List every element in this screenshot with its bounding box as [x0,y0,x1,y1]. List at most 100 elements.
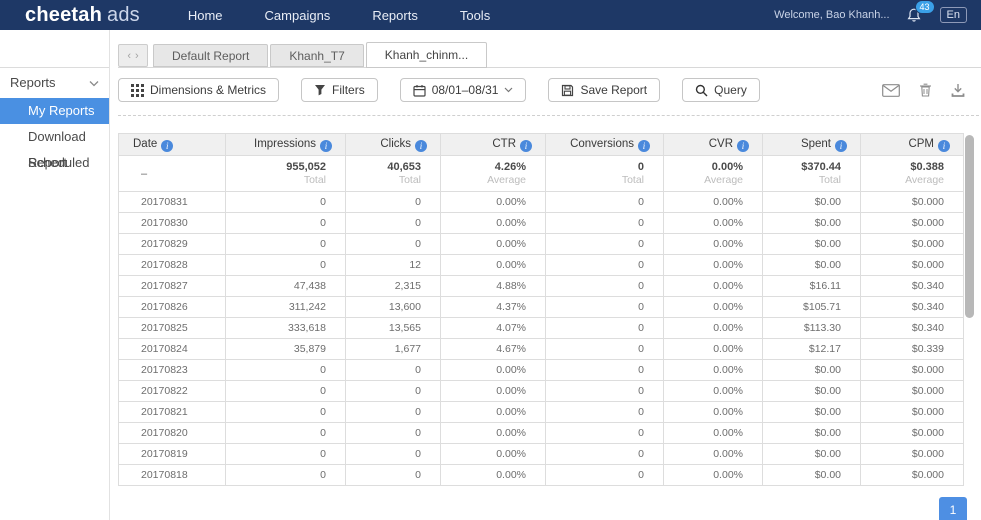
content-row: Reports My Reports Download Report Sched… [0,30,981,520]
table-cell: 20170820 [118,422,226,444]
chevron-down-icon [89,80,99,87]
save-report-button[interactable]: Save Report [548,78,661,102]
table-cell: 0.00% [440,422,546,444]
table-cell: $0.00 [762,464,861,486]
table-cell: $0.000 [860,233,964,255]
toolbar-divider [118,115,979,116]
table-cell: $0.000 [860,254,964,276]
info-icon[interactable] [161,139,174,152]
sidebar-item-download-report[interactable]: Download Report [0,124,109,170]
table-cell: $0.00 [762,233,861,255]
table-cell: 0 [345,401,441,423]
dimensions-metrics-button[interactable]: Dimensions & Metrics [118,78,280,102]
chevron-down-icon [505,87,513,93]
save-icon [562,84,574,96]
tab-scroll-left-icon[interactable]: ‹ [127,50,131,62]
table-row: 20170822 0 0 0.00% 0 0.00% $0.00 $0.000 [118,380,964,402]
table-row: 20170826 311,242 13,600 4.37% 0 0.00% $105.71 $… [118,296,964,318]
table-cell: 0.00% [440,191,546,213]
tab-scroll-right-icon[interactable]: › [135,50,139,62]
table-cell: 333,618 [225,317,346,339]
mail-report-button[interactable] [882,83,900,97]
sidebar-item-scheduled[interactable]: Scheduled [0,150,109,176]
table-cell: $0.000 [860,380,964,402]
col-label: CVR [708,137,733,150]
col-header-conversions: Conversions [545,133,664,156]
tab-khanh-chinm[interactable]: Khanh_chinm... [365,42,488,68]
date-range-button[interactable]: 08/01–08/31 [399,78,527,102]
table-cell: 0 [545,296,664,318]
table-cell: $0.00 [762,191,861,213]
table-row: 20170830 0 0 0.00% 0 0.00% $0.00 $0.000 [118,212,964,234]
user-menu[interactable]: Welcome, Bao Khanh... [774,9,889,21]
sidebar-group-reports[interactable]: Reports [0,68,109,98]
info-icon[interactable] [835,139,847,152]
summary-cell: 40,653 Total [345,155,441,192]
brand-logo[interactable]: cheetah ads [25,4,140,27]
table-cell: 0.00% [440,254,546,276]
pagination-page-1[interactable]: 1 [939,497,967,520]
query-label: Query [714,83,747,97]
col-header-date: Date [118,133,226,156]
table-row: 20170820 0 0 0.00% 0 0.00% $0.00 $0.000 [118,422,964,444]
info-icon[interactable] [938,139,950,152]
save-report-label: Save Report [580,83,648,97]
info-icon[interactable] [737,139,749,152]
table-cell: $0.339 [860,338,964,360]
table-cell: 0.00% [663,296,763,318]
table-cell: 0 [545,191,664,213]
table-cell: 12 [345,254,441,276]
table-cell: 0 [225,212,346,234]
table-cell: $0.340 [860,317,964,339]
nav-reports[interactable]: Reports [372,8,418,23]
sidebar-group-label: Reports [10,75,56,90]
table-cell: $0.000 [860,359,964,381]
vertical-scrollbar-thumb[interactable] [965,135,974,318]
tab-khanh-t7[interactable]: Khanh_T7 [270,44,364,67]
table-cell: $0.000 [860,464,964,486]
col-label: Date [133,137,158,150]
table-cell: 0.00% [663,191,763,213]
tab-default-report[interactable]: Default Report [153,44,269,67]
filters-label: Filters [332,83,365,97]
table-cell: 4.37% [440,296,546,318]
table-cell: 0 [225,401,346,423]
table-cell: 0 [345,464,441,486]
table-cell: $0.00 [762,359,861,381]
nav-tools[interactable]: Tools [460,8,490,23]
summary-date: – [118,155,226,192]
report-toolbar: Dimensions & Metrics Filters 08/01–08/31… [118,78,981,102]
col-header-cpm: CPM [860,133,964,156]
dimensions-metrics-label: Dimensions & Metrics [150,83,267,97]
sidebar-item-my-reports[interactable]: My Reports [0,98,109,124]
download-report-button[interactable] [951,83,965,97]
report-table: Date Impressions Clicks CTR Conversions … [118,133,964,486]
table-row: 20170821 0 0 0.00% 0 0.00% $0.00 $0.000 [118,401,964,423]
table-cell: 47,438 [225,275,346,297]
filters-button[interactable]: Filters [301,78,378,102]
table-cell: 0.00% [663,401,763,423]
table-cell: 0 [545,380,664,402]
table-row: 20170824 35,879 1,677 4.67% 0 0.00% $12.17 $0.3… [118,338,964,360]
info-icon[interactable] [415,139,427,152]
language-selector[interactable]: En [939,7,967,23]
table-cell: $0.000 [860,212,964,234]
nav-campaigns[interactable]: Campaigns [265,8,331,23]
table-cell: 0.00% [440,380,546,402]
table-row: 20170818 0 0 0.00% 0 0.00% $0.00 $0.000 [118,464,964,486]
nav-home[interactable]: Home [188,8,223,23]
brand-light: ads [107,3,140,26]
col-header-impressions: Impressions [225,133,346,156]
info-icon[interactable] [320,139,332,152]
notifications-button[interactable]: 43 [906,0,935,23]
table-row: 20170825 333,618 13,565 4.07% 0 0.00% $113.30 $… [118,317,964,339]
delete-report-button[interactable] [919,83,932,97]
tab-scroll-arrows[interactable]: ‹ › [118,44,148,67]
info-icon[interactable] [520,139,532,152]
table-cell: 0 [345,443,441,465]
table-cell: $0.00 [762,443,861,465]
col-label: Impressions [254,137,316,150]
table-row: 20170828 0 12 0.00% 0 0.00% $0.00 $0.000 [118,254,964,276]
query-button[interactable]: Query [682,78,760,102]
info-icon[interactable] [638,139,650,152]
